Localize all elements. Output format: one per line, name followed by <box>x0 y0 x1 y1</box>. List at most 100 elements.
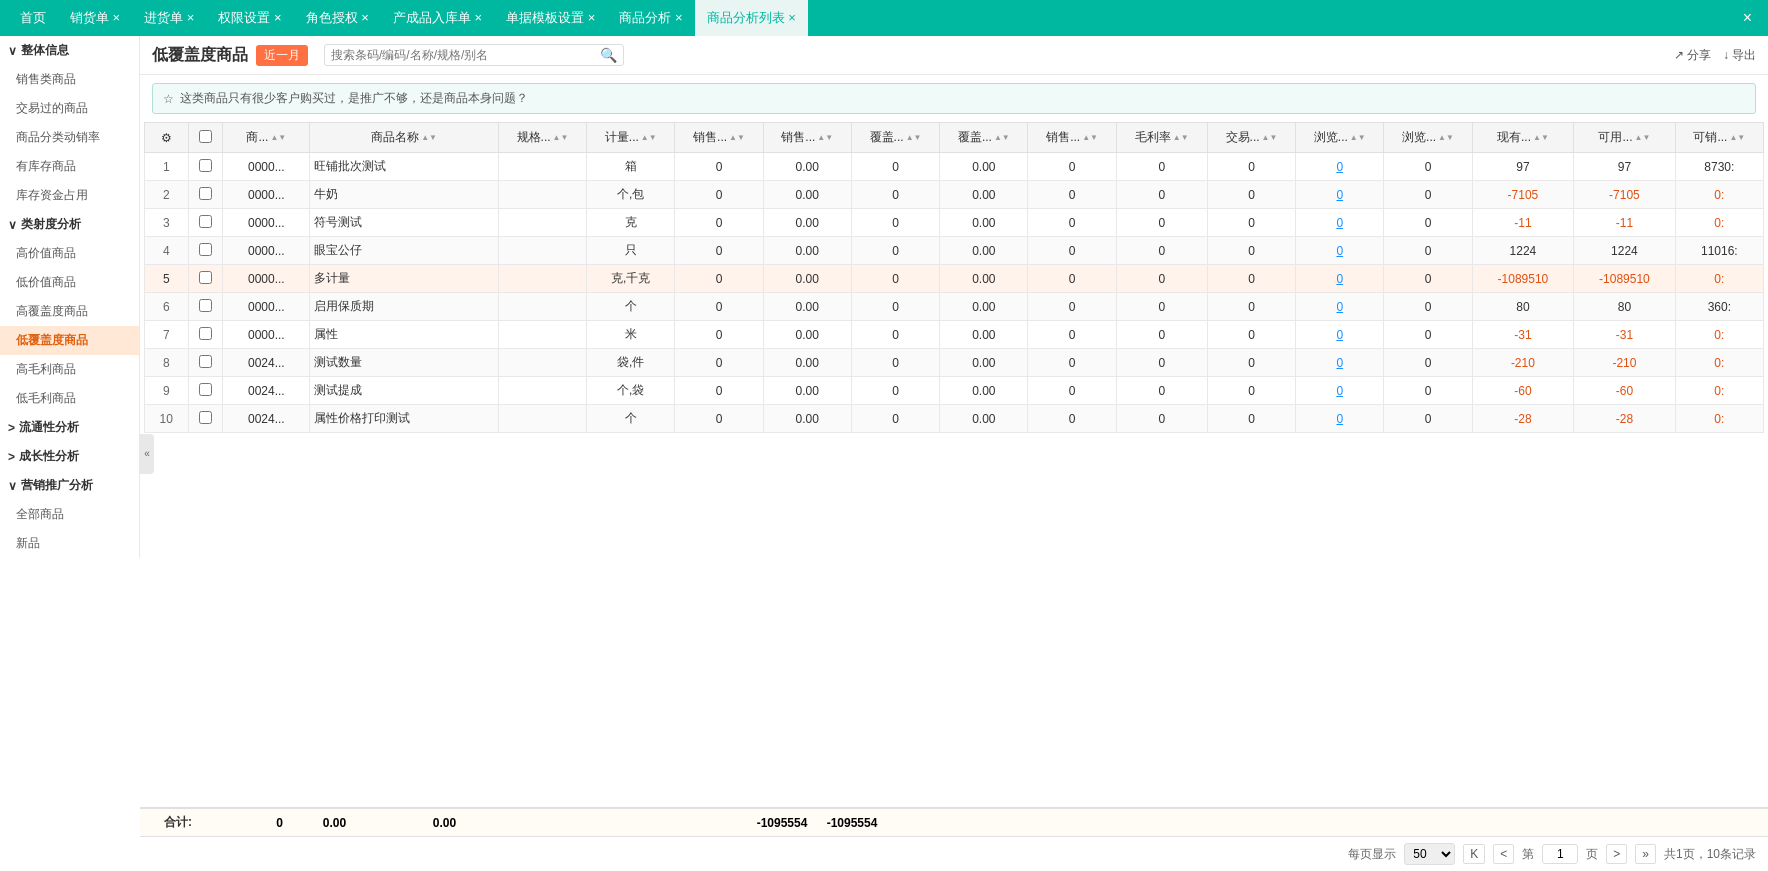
row-checkbox[interactable] <box>188 237 223 265</box>
sidebar-item-low-value[interactable]: 低价值商品 <box>0 268 139 297</box>
row-usable-stock: -1089510 <box>1574 265 1676 293</box>
th-current-stock[interactable]: 现有...▲▼ <box>1472 123 1574 153</box>
sidebar-item-low-profit[interactable]: 低毛利商品 <box>0 384 139 413</box>
info-text: 这类商品只有很少客户购买过，是推广不够，还是商品本身问题？ <box>180 90 528 107</box>
row-name: 多计量 <box>310 265 499 293</box>
sidebar-item-all-goods[interactable]: 全部商品 <box>0 500 139 529</box>
row-checkbox[interactable] <box>188 181 223 209</box>
row-trade: 0 <box>1207 181 1295 209</box>
row-number: 8 <box>145 349 189 377</box>
row-cover2: 0.00 <box>940 181 1028 209</box>
th-checkbox[interactable] <box>188 123 223 153</box>
per-page-label: 每页显示 <box>1348 846 1396 863</box>
row-checkbox[interactable] <box>188 265 223 293</box>
row-checkbox[interactable] <box>188 349 223 377</box>
row-view1: 0 <box>1296 209 1384 237</box>
search-input[interactable] <box>331 48 600 62</box>
th-spec[interactable]: 规格...▲▼ <box>498 123 586 153</box>
row-sales3: 0 <box>1028 265 1116 293</box>
sort-icon-name: ▲▼ <box>421 134 437 142</box>
per-page-select[interactable]: 50 100 <box>1404 843 1455 865</box>
sidebar-section-liquidity[interactable]: > 流通性分析 <box>0 413 139 442</box>
sidebar-section-growth[interactable]: > 成长性分析 <box>0 442 139 471</box>
select-all-checkbox[interactable] <box>199 130 212 143</box>
nav-product-analysis[interactable]: 商品分析 × <box>607 0 694 36</box>
search-box[interactable]: 🔍 <box>324 44 624 66</box>
row-checkbox[interactable] <box>188 405 223 433</box>
first-page-btn[interactable]: K <box>1463 844 1485 864</box>
page-number-input[interactable] <box>1542 844 1578 864</box>
table-container[interactable]: ⚙ 商...▲▼ 商品名称▲▼ 规格...▲▼ <box>144 122 1764 807</box>
row-cover1: 0 <box>851 209 939 237</box>
share-button[interactable]: ↗ 分享 <box>1674 47 1711 64</box>
table-header-row: ⚙ 商...▲▼ 商品名称▲▼ 规格...▲▼ <box>145 123 1764 153</box>
th-code[interactable]: 商...▲▼ <box>223 123 310 153</box>
sidebar-section-coverage[interactable]: ∨ 类射度分析 <box>0 210 139 239</box>
sidebar-item-sales-goods[interactable]: 销售类商品 <box>0 65 139 94</box>
sidebar-item-high-value[interactable]: 高价值商品 <box>0 239 139 268</box>
row-sales3: 0 <box>1028 321 1116 349</box>
nav-permissions[interactable]: 权限设置 × <box>206 0 293 36</box>
last-page-btn[interactable]: » <box>1635 844 1656 864</box>
row-cover2: 0.00 <box>940 377 1028 405</box>
nav-product-analysis-list[interactable]: 商品分析列表 × <box>695 0 808 36</box>
arrow-liquidity: > <box>8 421 15 435</box>
nav-sales[interactable]: 销货单 × <box>58 0 132 36</box>
sidebar-item-stock-capital[interactable]: 库存资金占用 <box>0 181 139 210</box>
nav-purchase[interactable]: 进货单 × <box>132 0 206 36</box>
th-trade[interactable]: 交易...▲▼ <box>1207 123 1295 153</box>
sidebar-section-marketing[interactable]: ∨ 营销推广分析 <box>0 471 139 500</box>
row-sales-amt: 0.00 <box>763 405 851 433</box>
row-number: 6 <box>145 293 189 321</box>
th-unit[interactable]: 计量...▲▼ <box>587 123 675 153</box>
sidebar-item-category-rate[interactable]: 商品分类动销率 <box>0 123 139 152</box>
row-checkbox[interactable] <box>188 321 223 349</box>
nav-roles[interactable]: 角色授权 × <box>294 0 381 36</box>
row-checkbox[interactable] <box>188 209 223 237</box>
sidebar-item-high-coverage[interactable]: 高覆盖度商品 <box>0 297 139 326</box>
th-sales-amt[interactable]: 销售...▲▼ <box>763 123 851 153</box>
row-trade: 0 <box>1207 349 1295 377</box>
nav-products-in[interactable]: 产成品入库单 × <box>381 0 494 36</box>
th-sales3[interactable]: 销售...▲▼ <box>1028 123 1116 153</box>
th-saleable[interactable]: 可销...▲▼ <box>1675 123 1763 153</box>
nav-home[interactable]: 首页 <box>8 0 58 36</box>
th-view1[interactable]: 浏览...▲▼ <box>1296 123 1384 153</box>
th-cover1[interactable]: 覆盖...▲▼ <box>851 123 939 153</box>
sidebar-item-high-profit[interactable]: 高毛利商品 <box>0 355 139 384</box>
period-button[interactable]: 近一月 <box>256 45 308 66</box>
sidebar-item-stocked-goods[interactable]: 有库存商品 <box>0 152 139 181</box>
th-usable-stock[interactable]: 可用...▲▼ <box>1574 123 1676 153</box>
row-checkbox[interactable] <box>188 377 223 405</box>
settings-icon[interactable]: ⚙ <box>161 131 172 145</box>
row-gross-margin: 0 <box>1116 321 1207 349</box>
sidebar-item-new-goods[interactable]: 新品 <box>0 529 139 558</box>
sidebar-item-low-coverage[interactable]: 低覆盖度商品 <box>0 326 139 355</box>
th-gross-margin[interactable]: 毛利率▲▼ <box>1116 123 1207 153</box>
row-spec <box>498 153 586 181</box>
sidebar-item-traded-goods[interactable]: 交易过的商品 <box>0 94 139 123</box>
footer-sales-amt: 0.00 <box>307 816 362 830</box>
th-cover2[interactable]: 覆盖...▲▼ <box>940 123 1028 153</box>
row-checkbox[interactable] <box>188 293 223 321</box>
row-checkbox[interactable] <box>188 153 223 181</box>
th-view2[interactable]: 浏览...▲▼ <box>1384 123 1472 153</box>
row-code: 0024... <box>223 405 310 433</box>
th-sales-qty[interactable]: 销售...▲▼ <box>675 123 763 153</box>
table-row: 60000...启用保质期个00.0000.00000008080360: <box>145 293 1764 321</box>
content-header: 低覆盖度商品 近一月 🔍 ↗ 分享 ↓ 导出 <box>140 36 1768 75</box>
th-settings[interactable]: ⚙ <box>145 123 189 153</box>
next-page-btn[interactable]: > <box>1606 844 1627 864</box>
table-row: 10000...旺铺批次测试箱00.0000.000000097978730: <box>145 153 1764 181</box>
prev-page-btn[interactable]: < <box>1493 844 1514 864</box>
row-usable-stock: -7105 <box>1574 181 1676 209</box>
sort-icon-spec: ▲▼ <box>553 134 569 142</box>
th-name[interactable]: 商品名称▲▼ <box>310 123 499 153</box>
nav-template-settings[interactable]: 单据模板设置 × <box>494 0 607 36</box>
row-view1: 0 <box>1296 293 1384 321</box>
close-button[interactable]: × <box>1735 9 1760 27</box>
sidebar-collapse-btn[interactable]: « <box>140 434 154 474</box>
sidebar-section-overall[interactable]: ∨ 整体信息 <box>0 36 139 65</box>
row-code: 0000... <box>223 293 310 321</box>
export-button[interactable]: ↓ 导出 <box>1723 47 1756 64</box>
